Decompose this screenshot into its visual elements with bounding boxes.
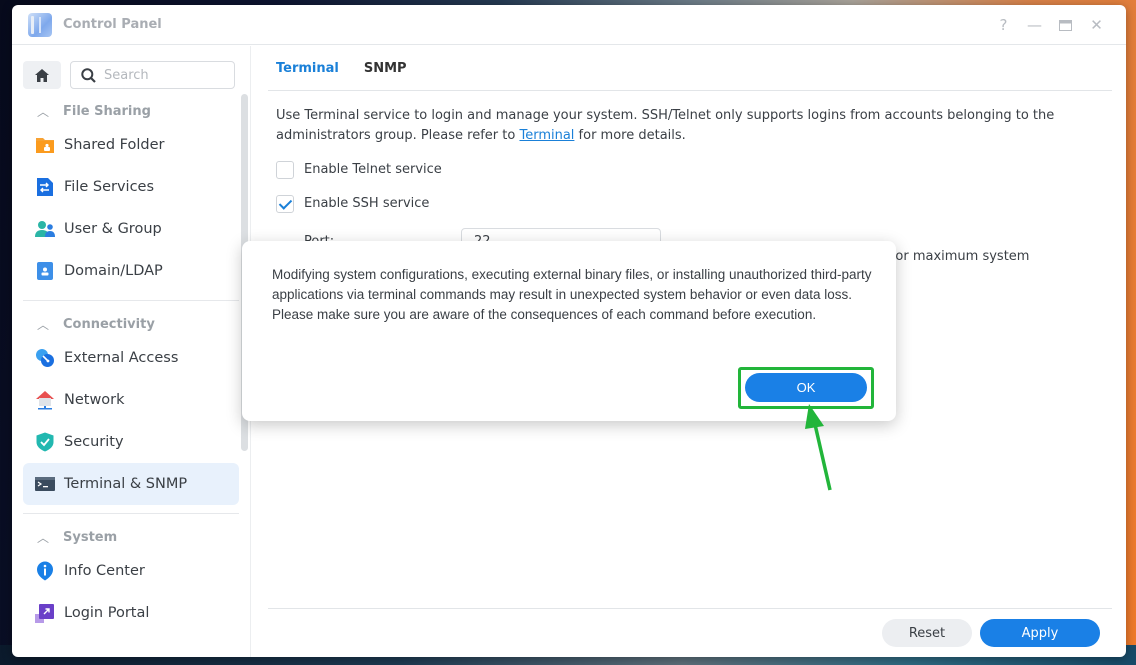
sidebar-divider — [23, 513, 239, 514]
tab-snmp[interactable]: SNMP — [364, 61, 407, 76]
login-portal-icon — [35, 603, 55, 623]
sidebar-item-external-access[interactable]: External Access — [23, 337, 239, 379]
sidebar-item-terminal-snmp[interactable]: Terminal & SNMP — [23, 463, 239, 505]
chevron-up-icon: ︿ — [37, 317, 50, 332]
sidebar-item-security[interactable]: Security — [23, 421, 239, 463]
file-services-icon — [35, 177, 55, 197]
ssh-option[interactable]: Enable SSH service — [276, 194, 1076, 214]
sidebar-item-login-portal[interactable]: Login Portal — [23, 592, 239, 634]
apply-button[interactable]: Apply — [980, 619, 1100, 647]
security-shield-icon — [35, 432, 55, 452]
search-input[interactable] — [104, 67, 224, 83]
ok-button[interactable]: OK — [745, 373, 867, 402]
footer-divider — [268, 608, 1112, 609]
sidebar-item-info-center[interactable]: Info Center — [23, 550, 239, 592]
chevron-up-icon: ︿ — [37, 104, 50, 119]
sidebar: ︿File Sharing Shared Folder File Service… — [12, 46, 251, 657]
sidebar-nav: ︿ File Sharing Shared Folder File Service… — [23, 98, 239, 634]
terminal-description: Use Terminal service to login and manage… — [276, 108, 1055, 143]
enable-telnet-checkbox[interactable] — [276, 161, 294, 179]
chevron-up-icon: ︿ — [37, 530, 50, 545]
tab-bar: Terminal SNMP — [268, 46, 1112, 91]
external-access-icon — [35, 348, 55, 368]
search-box[interactable] — [70, 61, 235, 89]
group-connectivity[interactable]: ︿ Connectivity — [23, 311, 239, 337]
warning-message: Modifying system configurations, executi… — [272, 267, 872, 322]
sidebar-item-domain-ldap[interactable]: Domain/LDAP — [23, 250, 239, 292]
sidebar-divider — [23, 300, 239, 301]
user-group-icon — [35, 219, 55, 239]
home-button[interactable] — [23, 61, 61, 89]
group-file-sharing[interactable]: ︿ File Sharing — [23, 98, 239, 124]
tab-terminal[interactable]: Terminal — [276, 61, 339, 76]
sidebar-item-network[interactable]: Network — [23, 379, 239, 421]
minimize-icon[interactable]: — — [1019, 10, 1050, 40]
help-icon[interactable]: ? — [988, 10, 1019, 40]
enable-ssh-checkbox[interactable] — [276, 195, 294, 213]
shared-folder-icon — [35, 135, 55, 155]
sidebar-item-user-group[interactable]: User & Group — [23, 208, 239, 250]
home-icon — [35, 68, 49, 82]
sidebar-item-file-services[interactable]: File Services — [23, 166, 239, 208]
domain-ldap-icon — [35, 261, 55, 281]
window-title: Control Panel — [63, 17, 162, 32]
close-icon[interactable]: ✕ — [1081, 10, 1112, 40]
sidebar-item-shared-folder[interactable]: Shared Folder — [23, 124, 239, 166]
control-panel-app-icon — [28, 12, 52, 37]
info-center-icon — [35, 561, 55, 581]
telnet-option[interactable]: Enable Telnet service — [276, 160, 1076, 180]
terminal-help-link[interactable]: Terminal — [519, 128, 574, 143]
group-system[interactable]: ︿ System — [23, 524, 239, 550]
terminal-settings: Use Terminal service to login and manage… — [276, 106, 1076, 256]
warning-dialog: Modifying system configurations, executi… — [242, 241, 896, 421]
title-bar: Control Panel ? — ✕ — [12, 5, 1126, 45]
maximize-icon[interactable] — [1050, 10, 1081, 40]
search-icon — [81, 67, 96, 83]
reset-button[interactable]: Reset — [882, 619, 972, 647]
network-icon — [35, 390, 55, 410]
terminal-icon — [35, 474, 55, 494]
